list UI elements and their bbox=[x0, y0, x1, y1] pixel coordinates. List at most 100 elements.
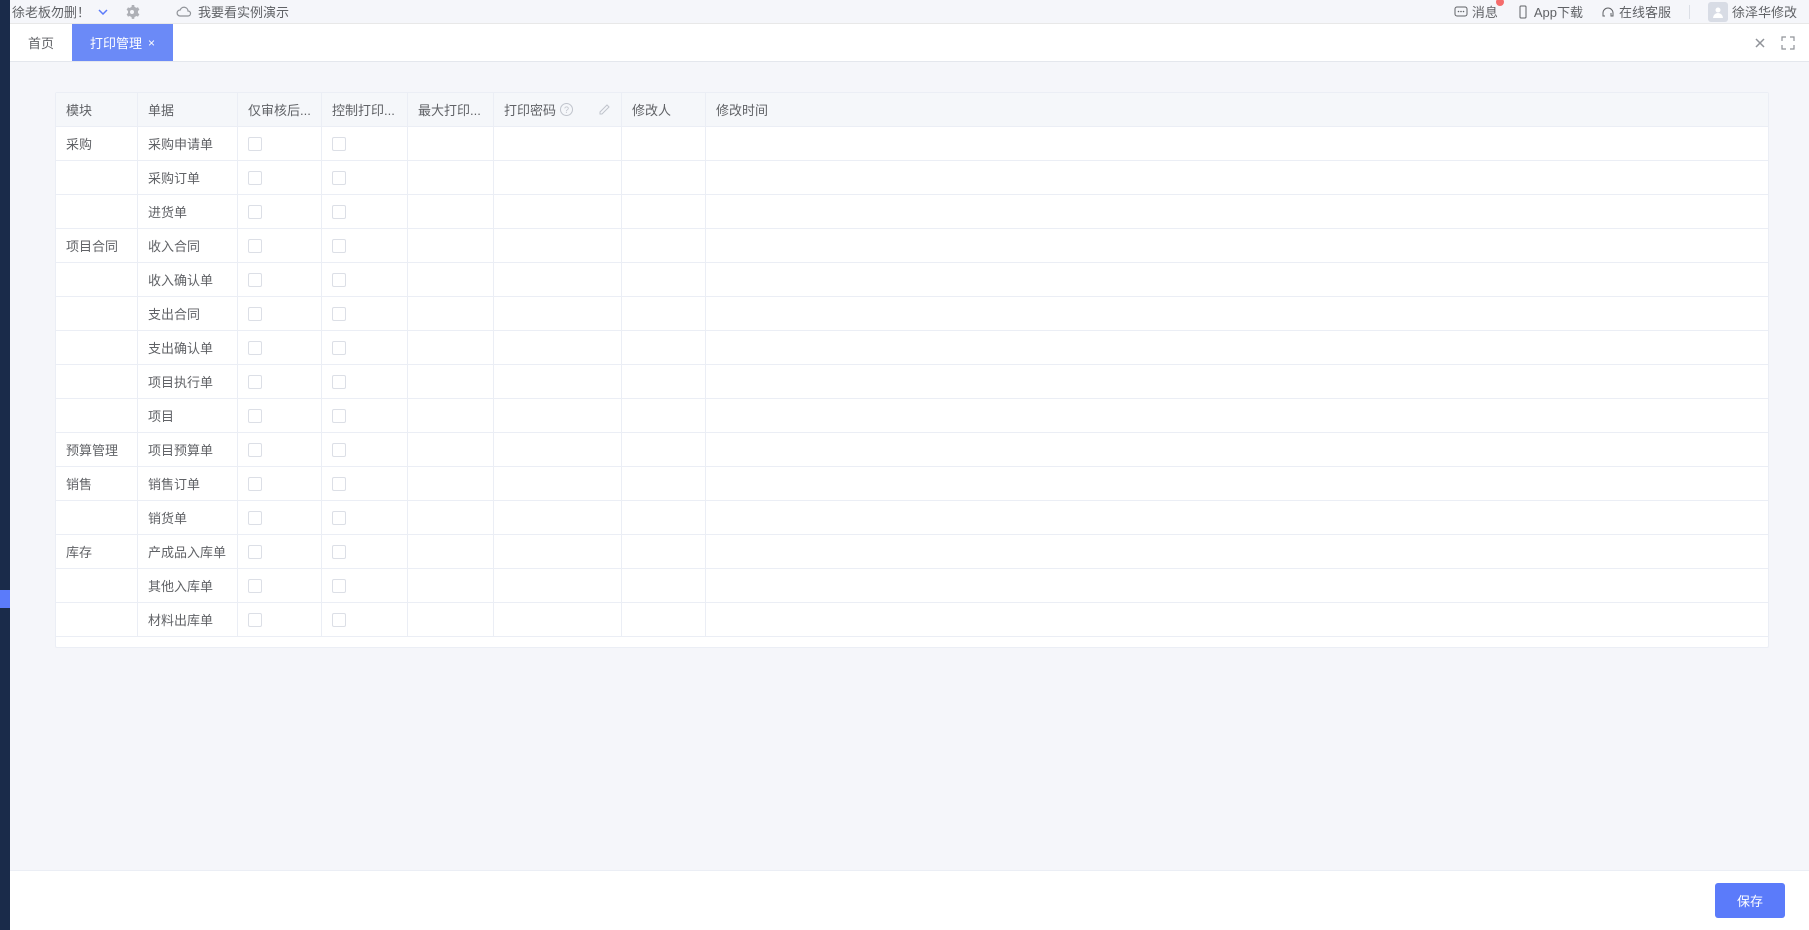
control-checkbox[interactable] bbox=[332, 273, 346, 287]
table-row: 其他入库单 bbox=[56, 569, 1768, 603]
cell-password[interactable] bbox=[494, 331, 622, 364]
gear-icon[interactable] bbox=[124, 4, 140, 20]
cell-max[interactable] bbox=[408, 161, 494, 194]
audit-checkbox[interactable] bbox=[248, 307, 262, 321]
cell-password[interactable] bbox=[494, 399, 622, 432]
close-all-icon[interactable] bbox=[1753, 36, 1767, 50]
control-checkbox[interactable] bbox=[332, 579, 346, 593]
cell-module: 采购 bbox=[56, 127, 138, 160]
cell-max[interactable] bbox=[408, 229, 494, 262]
cell-password[interactable] bbox=[494, 535, 622, 568]
cell-document: 销售订单 bbox=[138, 467, 238, 500]
audit-checkbox[interactable] bbox=[248, 205, 262, 219]
audit-checkbox[interactable] bbox=[248, 171, 262, 185]
control-checkbox[interactable] bbox=[332, 613, 346, 627]
cell-max[interactable] bbox=[408, 365, 494, 398]
cell-modifier bbox=[622, 467, 706, 500]
control-checkbox[interactable] bbox=[332, 171, 346, 185]
cell-module: 库存 bbox=[56, 535, 138, 568]
control-checkbox[interactable] bbox=[332, 341, 346, 355]
save-button[interactable]: 保存 bbox=[1715, 883, 1785, 918]
control-checkbox[interactable] bbox=[332, 511, 346, 525]
cell-max[interactable] bbox=[408, 331, 494, 364]
cell-time bbox=[706, 433, 1768, 466]
col-modifier: 修改人 bbox=[622, 93, 706, 126]
close-icon[interactable]: × bbox=[148, 37, 155, 49]
cell-max[interactable] bbox=[408, 297, 494, 330]
cell-password[interactable] bbox=[494, 501, 622, 534]
audit-checkbox[interactable] bbox=[248, 239, 262, 253]
control-checkbox[interactable] bbox=[332, 239, 346, 253]
cell-module bbox=[56, 195, 138, 228]
audit-checkbox[interactable] bbox=[248, 137, 262, 151]
control-checkbox[interactable] bbox=[332, 477, 346, 491]
messages-link[interactable]: 消息 bbox=[1454, 2, 1498, 21]
audit-checkbox[interactable] bbox=[248, 443, 262, 457]
cell-audit bbox=[238, 433, 322, 466]
cell-max[interactable] bbox=[408, 195, 494, 228]
cell-password[interactable] bbox=[494, 127, 622, 160]
cell-max[interactable] bbox=[408, 399, 494, 432]
cell-audit bbox=[238, 399, 322, 432]
cell-max[interactable] bbox=[408, 603, 494, 636]
demo-link[interactable]: 我要看实例演示 bbox=[176, 2, 289, 21]
avatar bbox=[1708, 2, 1728, 22]
audit-checkbox[interactable] bbox=[248, 273, 262, 287]
audit-checkbox[interactable] bbox=[248, 375, 262, 389]
divider bbox=[1689, 5, 1690, 19]
cell-max[interactable] bbox=[408, 501, 494, 534]
content-area: 模块 单据 仅审核后... 控制打印... 最大打印... 打印密码 ? 修改人… bbox=[0, 62, 1809, 930]
cell-password[interactable] bbox=[494, 263, 622, 296]
audit-checkbox[interactable] bbox=[248, 409, 262, 423]
audit-checkbox[interactable] bbox=[248, 477, 262, 491]
control-checkbox[interactable] bbox=[332, 137, 346, 151]
company-dropdown-label: 徐老板勿删！ bbox=[12, 2, 90, 21]
audit-checkbox[interactable] bbox=[248, 545, 262, 559]
cell-max[interactable] bbox=[408, 127, 494, 160]
col-module: 模块 bbox=[56, 93, 138, 126]
table-header: 模块 单据 仅审核后... 控制打印... 最大打印... 打印密码 ? 修改人… bbox=[56, 93, 1768, 127]
cell-max[interactable] bbox=[408, 569, 494, 602]
cell-password[interactable] bbox=[494, 195, 622, 228]
cell-password[interactable] bbox=[494, 467, 622, 500]
control-checkbox[interactable] bbox=[332, 307, 346, 321]
control-checkbox[interactable] bbox=[332, 409, 346, 423]
company-dropdown[interactable]: 徐老板勿删！ bbox=[12, 2, 108, 21]
cell-password[interactable] bbox=[494, 603, 622, 636]
audit-checkbox[interactable] bbox=[248, 613, 262, 627]
cell-password[interactable] bbox=[494, 229, 622, 262]
cell-password[interactable] bbox=[494, 161, 622, 194]
control-checkbox[interactable] bbox=[332, 205, 346, 219]
cell-password[interactable] bbox=[494, 365, 622, 398]
help-icon[interactable]: ? bbox=[560, 103, 573, 116]
control-checkbox[interactable] bbox=[332, 443, 346, 457]
user-menu[interactable]: 徐泽华修改 bbox=[1708, 2, 1797, 22]
audit-checkbox[interactable] bbox=[248, 511, 262, 525]
control-checkbox[interactable] bbox=[332, 375, 346, 389]
cell-control bbox=[322, 467, 408, 500]
control-checkbox[interactable] bbox=[332, 545, 346, 559]
cell-audit bbox=[238, 229, 322, 262]
audit-checkbox[interactable] bbox=[248, 579, 262, 593]
cell-max[interactable] bbox=[408, 433, 494, 466]
tab-home[interactable]: 首页 bbox=[10, 24, 72, 61]
cell-document: 收入确认单 bbox=[138, 263, 238, 296]
cell-max[interactable] bbox=[408, 467, 494, 500]
cell-time bbox=[706, 229, 1768, 262]
cell-document: 收入合同 bbox=[138, 229, 238, 262]
app-download-link[interactable]: App下载 bbox=[1516, 2, 1583, 21]
messages-label: 消息 bbox=[1472, 2, 1498, 21]
edit-icon[interactable] bbox=[598, 103, 611, 116]
cell-password[interactable] bbox=[494, 433, 622, 466]
fullscreen-icon[interactable] bbox=[1781, 36, 1795, 50]
cell-max[interactable] bbox=[408, 535, 494, 568]
cell-max[interactable] bbox=[408, 263, 494, 296]
cell-time bbox=[706, 161, 1768, 194]
online-service-link[interactable]: 在线客服 bbox=[1601, 2, 1671, 21]
cell-audit bbox=[238, 365, 322, 398]
cell-password[interactable] bbox=[494, 569, 622, 602]
tab-print-management[interactable]: 打印管理 × bbox=[72, 24, 173, 61]
audit-checkbox[interactable] bbox=[248, 341, 262, 355]
cell-document: 项目 bbox=[138, 399, 238, 432]
cell-password[interactable] bbox=[494, 297, 622, 330]
